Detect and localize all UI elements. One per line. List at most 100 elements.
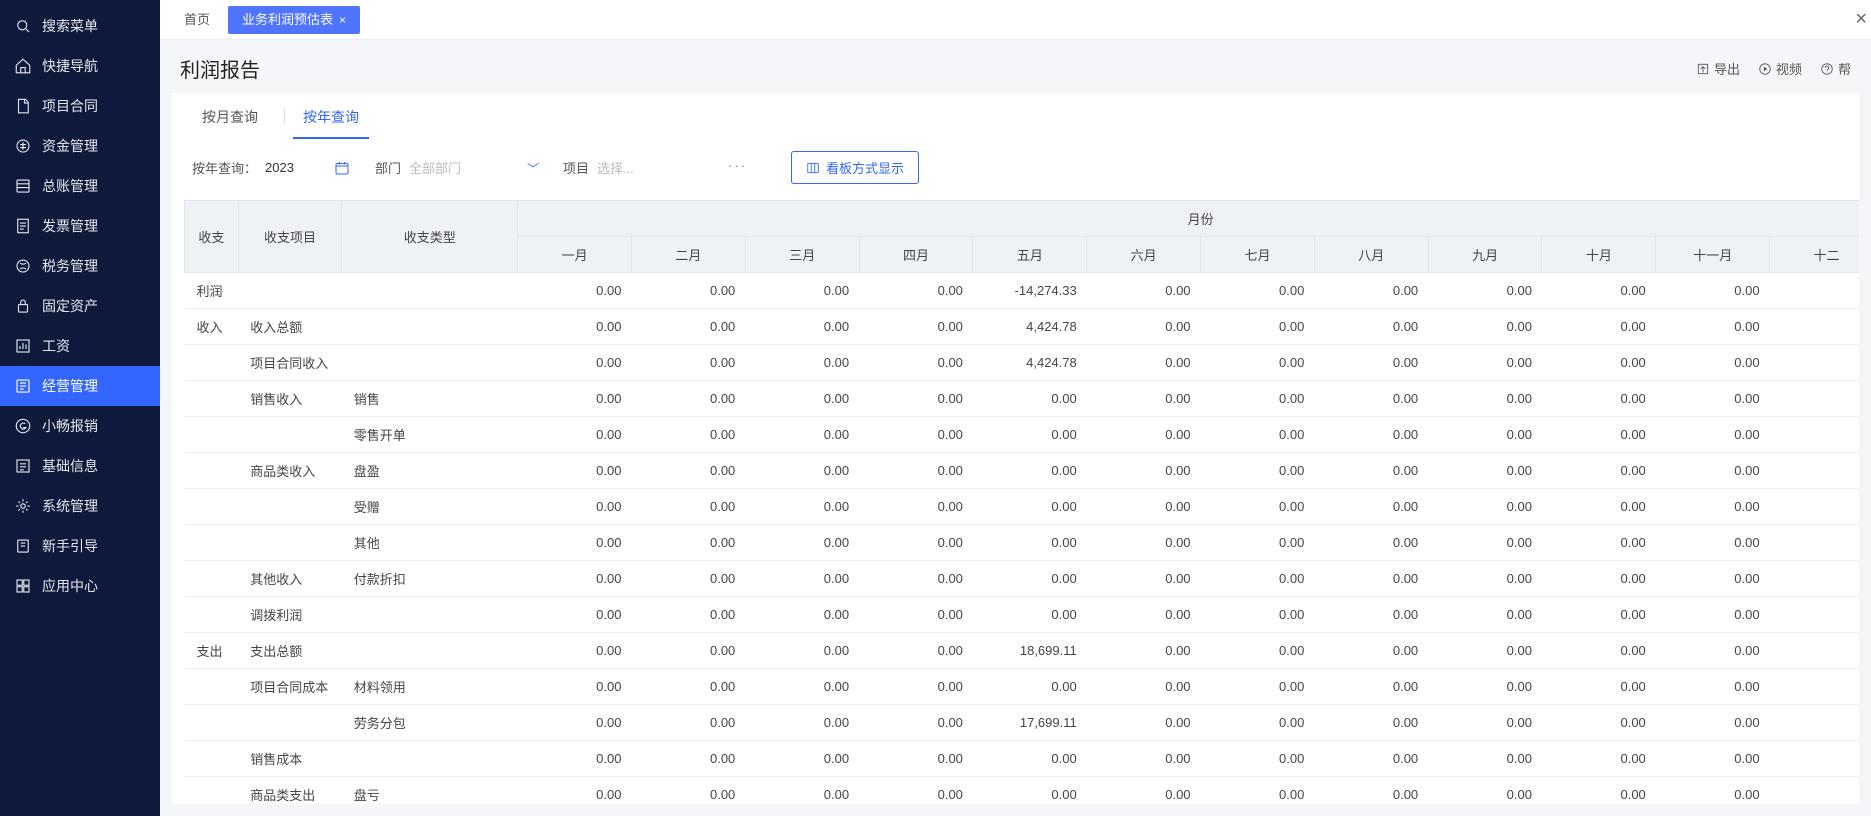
cell-c3 — [342, 633, 518, 669]
cell-c3: 销售 — [342, 381, 518, 417]
ledger-icon — [14, 177, 32, 195]
cell-c2: 销售收入 — [238, 381, 341, 417]
sidebar-item-5[interactable]: 发票管理 — [0, 206, 160, 246]
help-icon — [1820, 62, 1834, 76]
sidebar-item-9[interactable]: 经营管理 — [0, 366, 160, 406]
cell-val: 0.00 — [1201, 705, 1315, 741]
cell-val: 0.00 — [1314, 705, 1428, 741]
cell-val: 0.00 — [1087, 273, 1201, 309]
cell-val: 0.00 — [1087, 381, 1201, 417]
sidebar-item-1[interactable]: 快捷导航 — [0, 46, 160, 86]
th-month-6: 七月 — [1201, 237, 1315, 273]
close-icon[interactable]: × — [1855, 8, 1867, 31]
table-row: 劳务分包0.000.000.000.0017,699.110.000.000.0… — [185, 705, 1860, 741]
cell-val: 0.00 — [745, 489, 859, 525]
cell-val: 0.00 — [1087, 561, 1201, 597]
cell-val: 0.00 — [1656, 489, 1770, 525]
cell-val: 0.00 — [745, 597, 859, 633]
coin-icon — [14, 137, 32, 155]
cell-val: 0.00 — [1314, 345, 1428, 381]
cell-val: 0.00 — [745, 777, 859, 805]
kanban-button[interactable]: 看板方式显示 — [791, 151, 919, 184]
cell-c1 — [185, 489, 239, 525]
sidebar-item-3[interactable]: 资金管理 — [0, 126, 160, 166]
sidebar-item-label: 项目合同 — [42, 96, 98, 116]
cell-c3: 盘亏 — [342, 777, 518, 805]
file-icon — [14, 97, 32, 115]
inner-tab-1[interactable]: 按年查询 — [293, 93, 369, 139]
inner-tabs: 按月查询按年查询 — [172, 93, 1859, 139]
chart-icon — [14, 337, 32, 355]
sidebar-item-11[interactable]: 基础信息 — [0, 446, 160, 486]
year-input[interactable] — [265, 160, 325, 175]
th-month-group: 月份 — [518, 201, 1859, 237]
inner-tab-0[interactable]: 按月查询 — [192, 93, 268, 139]
tab-close-icon[interactable]: × — [339, 6, 346, 34]
cell-val: 0.00 — [1087, 741, 1201, 777]
sidebar-item-label: 新手引导 — [42, 536, 98, 556]
sidebar-item-6[interactable]: 税务管理 — [0, 246, 160, 286]
sidebar-item-0[interactable]: 搜索菜单 — [0, 6, 160, 46]
cell-val: 0.00 — [973, 561, 1087, 597]
sidebar-item-10[interactable]: 小畅报销 — [0, 406, 160, 446]
cell-val: 0.00 — [859, 597, 973, 633]
table-row: 利润0.000.000.000.00-14,274.330.000.000.00… — [185, 273, 1860, 309]
project-select[interactable]: 选择... ··· — [597, 158, 747, 177]
sidebar-item-12[interactable]: 系统管理 — [0, 486, 160, 526]
cell-c2: 调拨利润 — [238, 597, 341, 633]
th-month-2: 三月 — [745, 237, 859, 273]
sidebar-item-13[interactable]: 新手引导 — [0, 526, 160, 566]
cell-val — [1770, 741, 1859, 777]
table-row: 零售开单0.000.000.000.000.000.000.000.000.00… — [185, 417, 1860, 453]
export-button[interactable]: 导出 — [1696, 59, 1740, 78]
sidebar-item-8[interactable]: 工资 — [0, 326, 160, 366]
cell-val: 0.00 — [1542, 309, 1656, 345]
cell-c2: 商品类收入 — [238, 453, 341, 489]
cell-val: 0.00 — [1428, 597, 1542, 633]
cell-c3: 受赠 — [342, 489, 518, 525]
sidebar-item-label: 工资 — [42, 336, 70, 356]
calendar-icon[interactable] — [333, 159, 351, 177]
sidebar-item-4[interactable]: 总账管理 — [0, 166, 160, 206]
cell-val: 0.00 — [859, 489, 973, 525]
export-icon — [1696, 62, 1710, 76]
tab-label: 首页 — [184, 6, 210, 34]
cell-val: 0.00 — [1314, 561, 1428, 597]
dept-label: 部门 — [375, 158, 401, 177]
cell-val: 0.00 — [745, 345, 859, 381]
th-col1: 收支 — [185, 201, 239, 273]
search-icon — [14, 17, 32, 35]
sidebar-item-2[interactable]: 项目合同 — [0, 86, 160, 126]
cell-val: 0.00 — [1656, 561, 1770, 597]
cell-val: 0.00 — [1428, 417, 1542, 453]
cell-val: 0.00 — [859, 345, 973, 381]
sidebar-item-14[interactable]: 应用中心 — [0, 566, 160, 606]
table-wrap[interactable]: 收支收支项目收支类型月份一月二月三月四月五月六月七月八月九月十月十一月十二 利润… — [172, 200, 1859, 804]
tab-1[interactable]: 业务利润预估表× — [228, 6, 360, 34]
cell-c3 — [342, 597, 518, 633]
cell-val: 0.00 — [745, 525, 859, 561]
tab-0[interactable]: 首页 — [170, 6, 224, 34]
cell-c3 — [342, 741, 518, 777]
cell-val: 0.00 — [859, 741, 973, 777]
cell-val: 0.00 — [1314, 597, 1428, 633]
cell-c1: 收入 — [185, 309, 239, 345]
cell-val: 0.00 — [1314, 633, 1428, 669]
cell-c1 — [185, 561, 239, 597]
cell-val: 0.00 — [1087, 489, 1201, 525]
sidebar-item-label: 系统管理 — [42, 496, 98, 516]
tab-label: 业务利润预估表 — [242, 6, 333, 34]
cell-val: 0.00 — [1087, 525, 1201, 561]
video-button[interactable]: 视频 — [1758, 59, 1802, 78]
more-icon[interactable]: ··· — [728, 158, 747, 173]
cell-val: 0.00 — [1087, 777, 1201, 805]
cell-val: 0.00 — [745, 453, 859, 489]
dept-select[interactable]: 全部部门 ﹀ — [409, 158, 539, 177]
sidebar-item-7[interactable]: 固定资产 — [0, 286, 160, 326]
export-label: 导出 — [1714, 59, 1740, 78]
sidebar-item-label: 固定资产 — [42, 296, 98, 316]
sidebar-item-label: 小畅报销 — [42, 416, 98, 436]
cell-val: 0.00 — [1201, 525, 1315, 561]
help-button[interactable]: 帮 — [1820, 59, 1851, 78]
table-row: 支出支出总额0.000.000.000.0018,699.110.000.000… — [185, 633, 1860, 669]
